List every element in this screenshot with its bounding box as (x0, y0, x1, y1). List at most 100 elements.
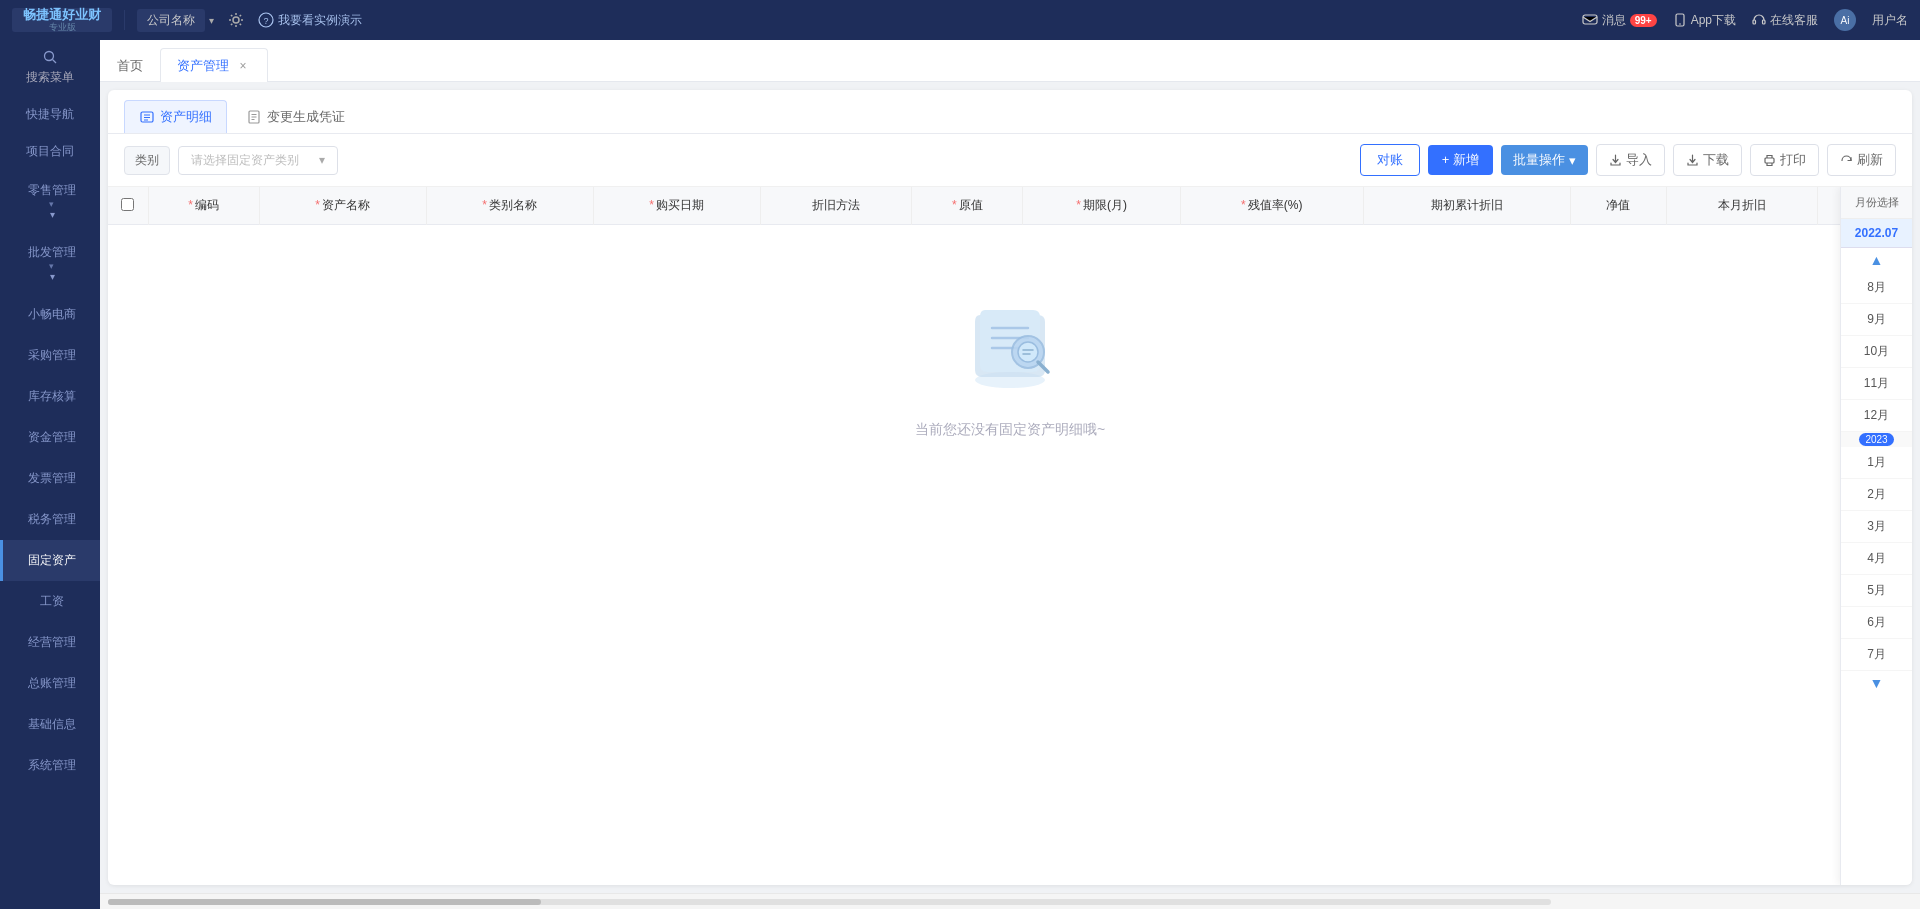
message-label: 消息 (1602, 12, 1626, 29)
sidebar-item-business[interactable]: 经营管理 (0, 622, 100, 663)
scrollbar-thumb[interactable] (108, 899, 541, 905)
tab-asset-management[interactable]: 资产管理 × (160, 48, 268, 82)
message-button[interactable]: 消息 99+ (1582, 12, 1657, 29)
online-service-label: 在线客服 (1770, 12, 1818, 29)
sidebar-item-ledger[interactable]: 总账管理 (0, 663, 100, 704)
sidebar-search[interactable]: 搜索菜单 (0, 40, 100, 96)
month-2023-1[interactable]: 1月 (1841, 447, 1912, 479)
sidebar-item-retail[interactable]: 零售管理 ▾ (0, 170, 100, 232)
add-button[interactable]: + 新增 (1428, 145, 1493, 175)
svg-point-8 (45, 52, 54, 61)
sub-tab-change-voucher[interactable]: 变更生成凭证 (231, 100, 360, 133)
current-year-month: 2022.07 (1841, 219, 1912, 248)
col-net-value: 净值 (1570, 187, 1666, 225)
sidebar: 搜索菜单 快捷导航 项目合同 零售管理 ▾ 批发管理 ▾ 小畅电商 采购管理 库… (0, 40, 100, 909)
top-bar: 畅捷通好业财 专业版 公司名称 ▾ ? 我要看实例演示 (0, 0, 1920, 40)
sidebar-item-business-label: 经营管理 (28, 634, 76, 651)
demo-icon: ? (258, 12, 274, 28)
month-10[interactable]: 10月 (1841, 336, 1912, 368)
sidebar-item-salary[interactable]: 工资 (0, 581, 100, 622)
print-button[interactable]: 打印 (1750, 144, 1819, 176)
col-original-value: *原值 (912, 187, 1023, 225)
search-label: 搜索菜单 (8, 69, 92, 86)
col-depreciation-method: 折旧方法 (760, 187, 911, 225)
month-2023-4[interactable]: 4月 (1841, 543, 1912, 575)
sidebar-item-tax[interactable]: 税务管理 (0, 499, 100, 540)
month-2023-5[interactable]: 5月 (1841, 575, 1912, 607)
month-8[interactable]: 8月 (1841, 272, 1912, 304)
month-down-button[interactable]: ▼ (1841, 671, 1912, 695)
sidebar-item-tax-label: 税务管理 (28, 511, 76, 528)
app-download-button[interactable]: App下载 (1673, 12, 1736, 29)
col-accumulated-depreciation: 期初累计折旧 (1363, 187, 1570, 225)
sidebar-item-finance-label: 资金管理 (28, 429, 76, 446)
download-icon (1686, 154, 1699, 167)
user-avatar[interactable]: Ai (1834, 9, 1856, 31)
col-monthly-depreciation: 本月折旧 (1666, 187, 1817, 225)
month-panel-header: 月份选择 (1841, 187, 1912, 219)
doc-icon (246, 109, 262, 125)
sub-tab-asset-detail[interactable]: 资产明细 (124, 100, 227, 133)
sidebar-item-purchase[interactable]: 采购管理 (0, 335, 100, 376)
download-button[interactable]: 下载 (1673, 144, 1742, 176)
reconcile-button[interactable]: 对账 (1360, 144, 1420, 176)
message-icon (1582, 12, 1598, 28)
month-12[interactable]: 12月 (1841, 400, 1912, 432)
month-up-button[interactable]: ▲ (1841, 248, 1912, 272)
sidebar-item-wholesale[interactable]: 批发管理 ▾ (0, 232, 100, 294)
month-11[interactable]: 11月 (1841, 368, 1912, 400)
sidebar-item-fixed-assets[interactable]: 固定资产 (0, 540, 100, 581)
month-9[interactable]: 9月 (1841, 304, 1912, 336)
tab-home-label: 首页 (117, 57, 143, 75)
empty-text: 当前您还没有固定资产明细哦~ (915, 421, 1105, 439)
company-dropdown-icon: ▾ (209, 15, 214, 26)
sidebar-item-purchase-label: 采购管理 (28, 347, 76, 364)
empty-illustration (950, 285, 1070, 405)
sidebar-item-system[interactable]: 系统管理 (0, 745, 100, 786)
filter-category-select[interactable]: 请选择固定资产类别 ▾ (178, 146, 338, 175)
month-2023-7[interactable]: 7月 (1841, 639, 1912, 671)
col-purchase-date: *购买日期 (593, 187, 760, 225)
print-icon (1763, 154, 1776, 167)
sidebar-item-inventory-label: 库存核算 (28, 388, 76, 405)
asset-table: *编码 *资产名称 *类别名称 *购买日期 折旧方法 *原值 *期限(月) *残… (108, 187, 1912, 499)
sidebar-item-basic-info[interactable]: 基础信息 (0, 704, 100, 745)
sidebar-item-invoice-label: 发票管理 (28, 470, 76, 487)
import-button[interactable]: 导入 (1596, 144, 1665, 176)
batch-button[interactable]: 批量操作 ▾ (1501, 145, 1588, 175)
month-panel: 月份选择 2022.07 ▲ 8月 9月 10月 11月 12月 2023 1月… (1840, 187, 1912, 885)
sidebar-item-invoice[interactable]: 发票管理 (0, 458, 100, 499)
sub-tab-asset-detail-label: 资产明细 (160, 108, 212, 126)
company-selector[interactable]: 公司名称 ▾ (137, 9, 214, 32)
user-name: 用户名 (1872, 12, 1908, 29)
batch-button-label: 批量操作 (1513, 151, 1565, 169)
demo-link[interactable]: ? 我要看实例演示 (258, 12, 362, 29)
sidebar-item-inventory[interactable]: 库存核算 (0, 376, 100, 417)
select-all-checkbox[interactable] (121, 198, 134, 211)
online-service-button[interactable]: 在线客服 (1752, 12, 1818, 29)
company-name: 公司名称 (137, 9, 205, 32)
sidebar-item-ledger-label: 总账管理 (28, 675, 76, 692)
month-2023-3[interactable]: 3月 (1841, 511, 1912, 543)
refresh-button[interactable]: 刷新 (1827, 144, 1896, 176)
phone-icon (1673, 13, 1687, 27)
table-select-all[interactable] (108, 187, 148, 225)
svg-point-0 (233, 17, 239, 23)
month-2023-6[interactable]: 6月 (1841, 607, 1912, 639)
month-2023-2[interactable]: 2月 (1841, 479, 1912, 511)
sidebar-item-ecommerce[interactable]: 小畅电商 (0, 294, 100, 335)
sidebar-item-finance[interactable]: 资金管理 (0, 417, 100, 458)
col-residual-rate: *残值率(%) (1180, 187, 1363, 225)
year-2023-badge: 2023 (1859, 433, 1893, 446)
tab-close-button[interactable]: × (235, 58, 251, 74)
svg-line-9 (53, 60, 57, 64)
scrollbar-track[interactable] (108, 899, 1551, 905)
top-bar-left: 畅捷通好业财 专业版 公司名称 ▾ ? 我要看实例演示 (12, 6, 1582, 34)
bottom-scrollbar (100, 893, 1920, 909)
tab-home[interactable]: 首页 (100, 48, 160, 82)
table-container: *编码 *资产名称 *类别名称 *购买日期 折旧方法 *原值 *期限(月) *残… (108, 187, 1912, 885)
sidebar-item-project[interactable]: 项目合同 (0, 133, 100, 170)
print-label: 打印 (1780, 151, 1806, 169)
sidebar-item-quick-nav[interactable]: 快捷导航 (0, 96, 100, 133)
settings-button[interactable] (222, 6, 250, 34)
